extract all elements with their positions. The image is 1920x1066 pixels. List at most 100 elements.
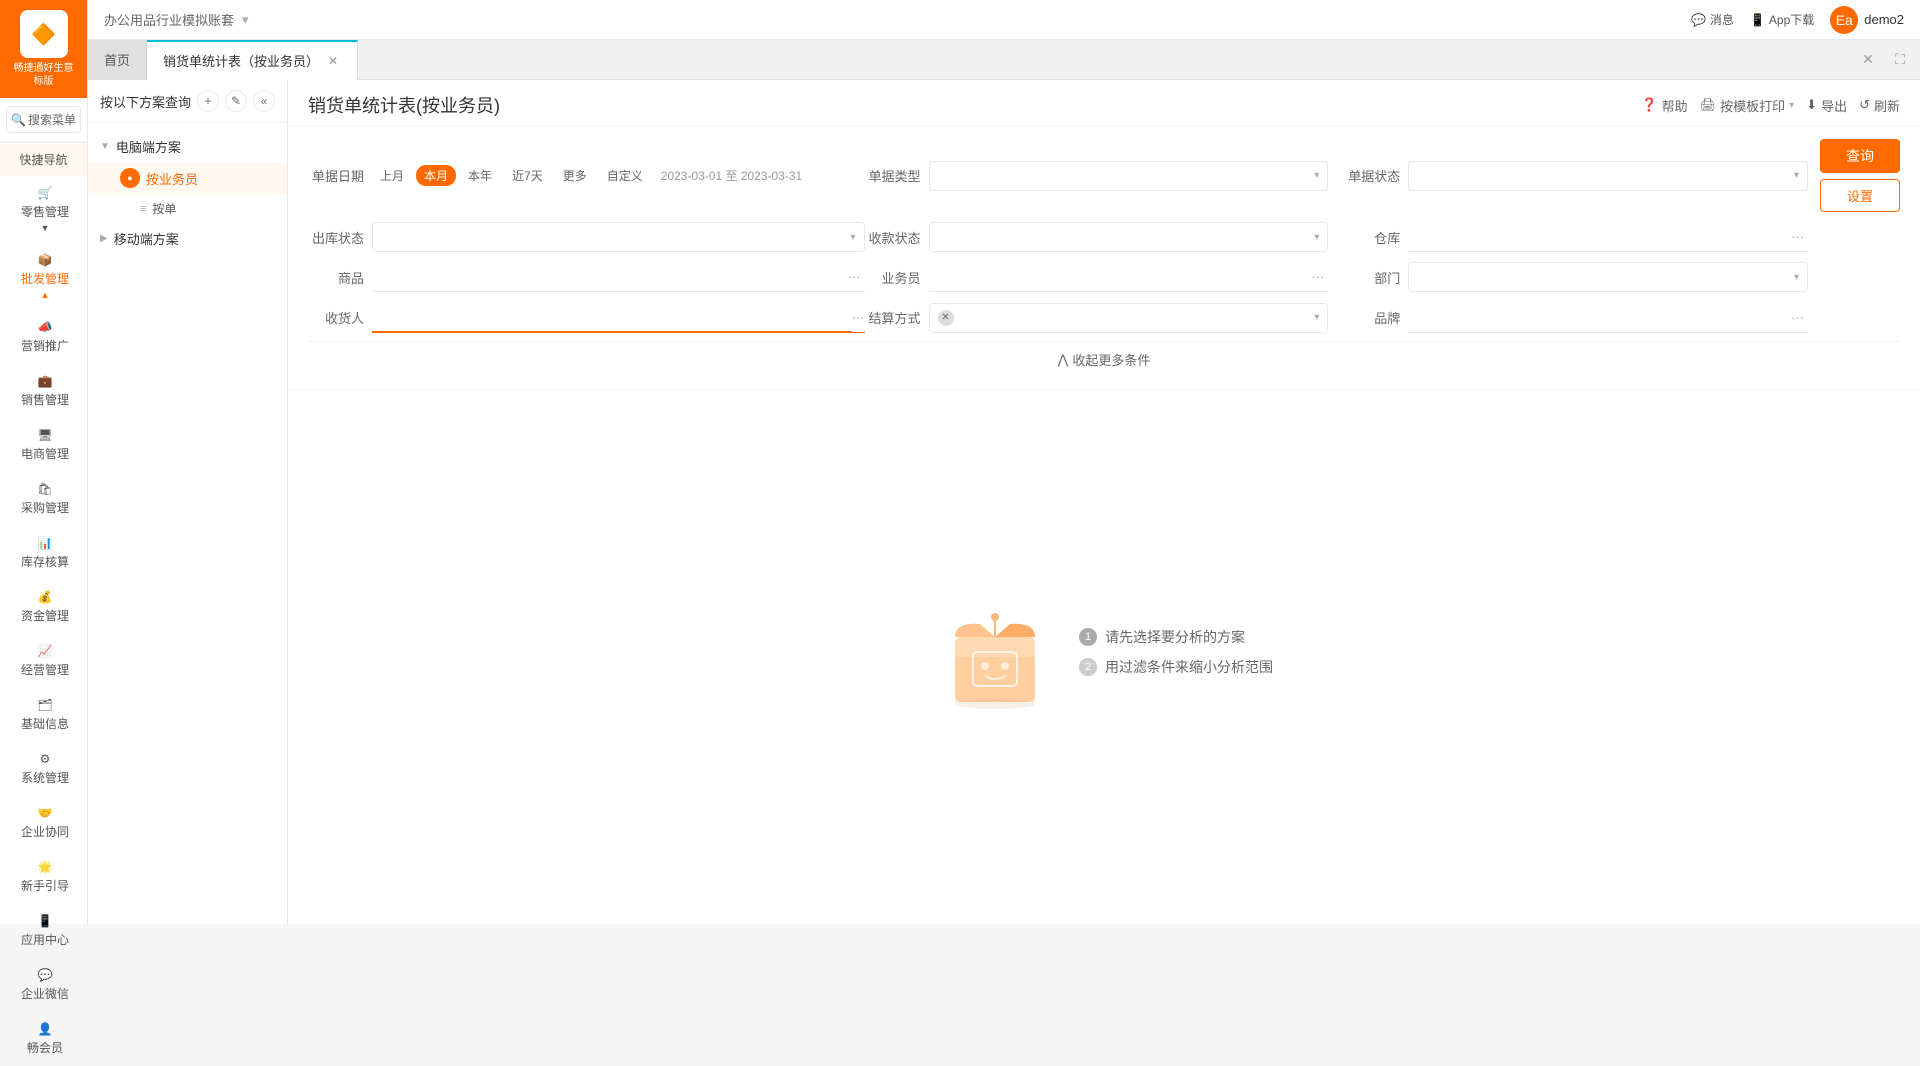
doc-status-group: 单据状态 ▾ [1344, 161, 1808, 191]
out-status-label: 出库状态 [308, 228, 364, 247]
brand-input[interactable]: ··· [1408, 303, 1808, 333]
tab-sales-stat[interactable]: 销货单统计表（按业务员） ✕ [147, 40, 358, 80]
refresh-button[interactable]: ↺ 刷新 [1859, 96, 1900, 115]
help-icon: ❓ [1641, 97, 1657, 113]
search-menu-button[interactable]: 🔍 搜索菜单 [6, 106, 81, 133]
receiver-input[interactable] [372, 302, 852, 332]
custom-btn[interactable]: 自定义 [599, 165, 651, 186]
sidebar-item-label: 企业协同 [21, 823, 69, 840]
goods-ellipsis: ··· [848, 269, 861, 284]
window-close-button[interactable]: ✕ [1856, 48, 1880, 72]
empty-step-1: 1 请先选择要分析的方案 [1079, 627, 1273, 647]
quick-nav-button[interactable]: 快捷导航 [0, 142, 87, 176]
sidebar-item-basic[interactable]: 🗂 基础信息 [0, 688, 87, 742]
sidebar-item-newbie[interactable]: 🌟 新手引导 [0, 850, 87, 904]
sidebar-item-wholesale[interactable]: 📦 批发管理 ▲ [0, 243, 87, 310]
message-label: 消息 [1710, 11, 1734, 28]
search-menu-label: 搜索菜单 [28, 111, 76, 128]
scheme-collapse-button[interactable]: « [253, 90, 275, 112]
sidebar-item-label: 销售管理 [21, 391, 69, 408]
settlement-select[interactable]: ✕ ▾ [929, 303, 1329, 333]
doc-status-select[interactable]: ▾ [1408, 161, 1808, 191]
sidebar-item-label: 企业微信 [21, 985, 69, 1002]
scheme-group-mobile-header[interactable]: ▶ 移动端方案 [88, 223, 287, 254]
scheme-item-by-staff[interactable]: ● 按业务员 [88, 162, 287, 194]
scheme-add-button[interactable]: + [197, 90, 219, 112]
help-button[interactable]: ❓ 帮助 [1641, 96, 1687, 115]
tab-close-button[interactable]: ✕ [325, 53, 341, 69]
more-btn[interactable]: 更多 [555, 165, 595, 186]
last-7-days-btn[interactable]: 近7天 [504, 165, 551, 186]
settings-button[interactable]: 设置 [1820, 179, 1900, 212]
goods-input[interactable]: ··· [372, 262, 865, 292]
message-icon: 💬 [1691, 13, 1706, 27]
refresh-label: 刷新 [1874, 96, 1900, 115]
tab-home[interactable]: 首页 [88, 40, 147, 80]
staff-input[interactable]: ··· [929, 262, 1329, 292]
empty-step-2: 2 用过滤条件来缩小分析范围 [1079, 657, 1273, 677]
topbar-right: 💬 消息 📱 App下载 Ea demo2 [1691, 6, 1904, 34]
sales-stat-tab-label: 销货单统计表（按业务员） [163, 51, 319, 70]
sidebar-item-label: 应用中心 [21, 931, 69, 948]
app-download-button[interactable]: 📱 App下载 [1750, 11, 1814, 28]
page-header: 销货单统计表(按业务员) ❓ 帮助 🖨 按模板打印 ▾ ⬇ 导出 [288, 80, 1920, 127]
marketing-icon: 📣 [38, 320, 53, 334]
template-print-button[interactable]: 🖨 按模板打印 ▾ [1700, 96, 1795, 115]
sidebar: 🔶 畅捷通好生意 标版 🔍 搜索菜单 快捷导航 🛒 零售管理 ▼ 📦 批发管理 … [0, 0, 88, 924]
window-expand-button[interactable]: ⛶ [1888, 48, 1912, 72]
collapse-more-button[interactable]: ⋀ 收起更多条件 [308, 341, 1900, 377]
app-title: 办公用品行业模拟账套 [104, 10, 234, 29]
dept-select[interactable]: ▾ [1408, 262, 1808, 292]
settlement-group: 结算方式 ✕ ▾ [865, 303, 1329, 333]
query-button[interactable]: 查询 [1820, 139, 1900, 173]
export-button[interactable]: ⬇ 导出 [1806, 96, 1847, 115]
sidebar-item-label: 经营管理 [21, 661, 69, 678]
sidebar-item-enterprise[interactable]: 🤝 企业协同 [0, 796, 87, 850]
sidebar-item-ecommerce[interactable]: 🖥 电商管理 [0, 418, 87, 472]
sidebar-item-sales[interactable]: 💼 销售管理 [0, 364, 87, 418]
out-status-select[interactable]: ▾ [372, 222, 865, 252]
logo-text: 畅捷通好生意 标版 [14, 62, 74, 88]
sidebar-item-inventory[interactable]: 📊 库存核算 [0, 526, 87, 580]
collection-status-select[interactable]: ▾ [929, 222, 1329, 252]
quick-nav-label: 快捷导航 [19, 153, 67, 167]
scheme-group-mobile-label: 移动端方案 [114, 229, 179, 248]
sidebar-item-member[interactable]: 👤 畅会员 [0, 1012, 87, 1066]
sidebar-item-system[interactable]: ⚙ 系统管理 [0, 742, 87, 796]
user-info[interactable]: Ea demo2 [1830, 6, 1904, 34]
query-buttons: 查询 设置 [1820, 139, 1900, 212]
scheme-item-by-order[interactable]: ≡ 按单 [88, 194, 287, 223]
step1-number: 1 [1079, 628, 1097, 646]
template-print-label: 按模板打印 [1720, 96, 1785, 115]
this-month-btn[interactable]: 本月 [416, 165, 456, 186]
scheme-panel: 按以下方案查询 + ✎ « ▼ 电脑端方案 ● 按业务员 [88, 80, 288, 924]
sidebar-item-wechat[interactable]: 💬 企业微信 [0, 958, 87, 1012]
last-month-btn[interactable]: 上月 [372, 165, 412, 186]
sidebar-item-finance[interactable]: 💰 资金管理 [0, 580, 87, 634]
receiver-input-container[interactable]: ··· [372, 302, 865, 333]
sidebar-item-marketing[interactable]: 📣 营销推广 [0, 310, 87, 364]
sidebar-item-purchase[interactable]: 🛍 采购管理 [0, 472, 87, 526]
scheme-item-by-order-label: 按单 [152, 200, 176, 217]
this-year-btn[interactable]: 本年 [460, 165, 500, 186]
settlement-tag-close[interactable]: ✕ [938, 310, 954, 326]
message-button[interactable]: 💬 消息 [1691, 11, 1734, 28]
brand-label: 品牌 [1344, 308, 1400, 327]
doc-type-select[interactable]: ▾ [929, 161, 1329, 191]
scheme-panel-title: 按以下方案查询 [100, 92, 191, 111]
scheme-edit-button[interactable]: ✎ [225, 90, 247, 112]
scheme-group-pc-header[interactable]: ▼ 电脑端方案 [88, 131, 287, 162]
topbar-left: 办公用品行业模拟账套 ▾ [104, 10, 249, 29]
collection-status-chevron: ▾ [1314, 232, 1319, 243]
sidebar-item-appstore[interactable]: 📱 应用中心 [0, 904, 87, 958]
member-icon: 👤 [38, 1022, 53, 1036]
out-status-group: 出库状态 ▾ [308, 222, 865, 252]
help-label: 帮助 [1662, 96, 1688, 115]
sidebar-item-zero-retail[interactable]: 🛒 零售管理 ▼ [0, 176, 87, 243]
empty-svg-icon [935, 602, 1055, 712]
purchase-icon: 🛍 [37, 482, 52, 496]
app-title-dropdown-icon[interactable]: ▾ [242, 12, 249, 28]
content-area: 按以下方案查询 + ✎ « ▼ 电脑端方案 ● 按业务员 [88, 80, 1920, 924]
warehouse-input[interactable]: ··· [1408, 222, 1808, 252]
sidebar-item-operation[interactable]: 📈 经营管理 [0, 634, 87, 688]
